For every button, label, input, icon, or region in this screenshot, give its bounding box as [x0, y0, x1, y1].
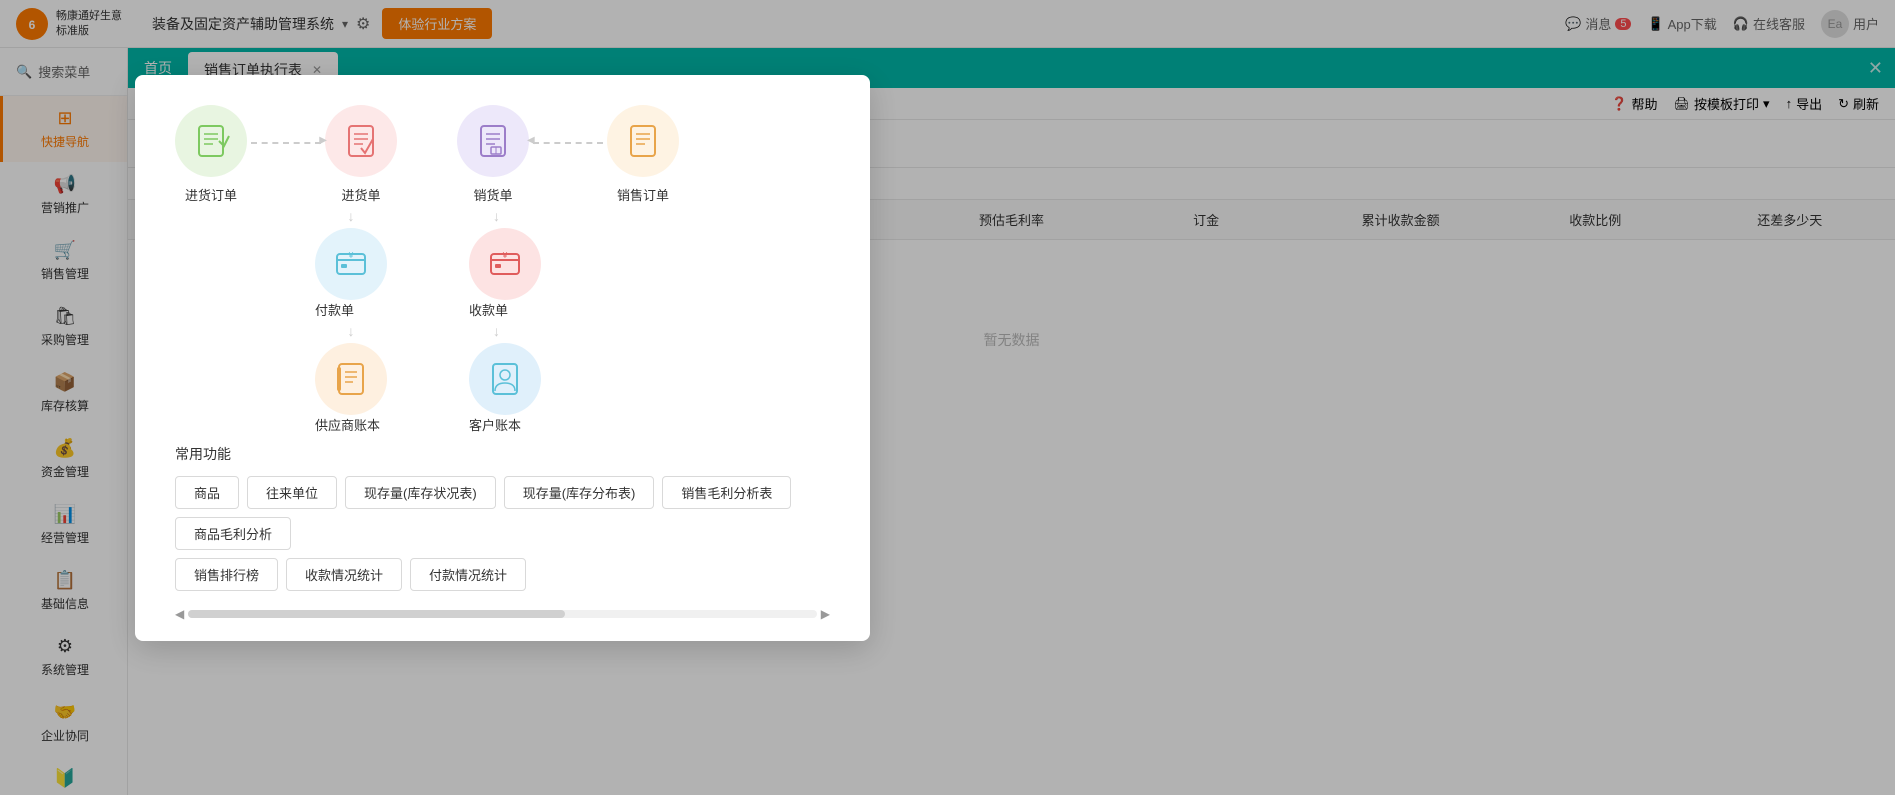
- purchase-order-circle: [175, 105, 247, 177]
- flow-node-sales-order[interactable]: 销售订单: [607, 105, 679, 204]
- svg-text:¥: ¥: [502, 251, 508, 260]
- func-btn-counterparty[interactable]: 往来单位: [247, 476, 337, 509]
- func-btn-receipt-stats[interactable]: 收款情况统计: [286, 558, 402, 591]
- scrollbar-thumb[interactable]: [188, 610, 565, 618]
- receipt-circle: ¥: [469, 228, 541, 300]
- arrow-down-payment-to-supplier: ↓: [348, 319, 355, 343]
- func-btn-stock-dist[interactable]: 现存量(库存分布表): [504, 476, 655, 509]
- flow-node-purchase-bill[interactable]: 进货单: [325, 105, 397, 204]
- flow-diagram: 进货订单 ▶: [175, 105, 830, 434]
- common-functions: 常用功能 商品 往来单位 现存量(库存状况表) 现存量(库存分布表) 销售毛利分…: [175, 444, 830, 591]
- func-buttons-row1: 商品 往来单位 现存量(库存状况表) 现存量(库存分布表) 销售毛利分析表 商品…: [175, 476, 830, 550]
- quick-nav-popup: 进货订单 ▶: [135, 75, 870, 641]
- func-btn-sales-ranking[interactable]: 销售排行榜: [175, 558, 278, 591]
- arrow-down-sales-to-receipt: ↓: [493, 204, 500, 228]
- scroll-left-button[interactable]: ◀: [175, 607, 184, 621]
- func-buttons-row2: 销售排行榜 收款情况统计 付款情况统计: [175, 558, 830, 591]
- arrow-down-purchase-to-payment: ↓: [348, 204, 355, 228]
- right-flow-col: 销货单 ◀ 销售订单: [457, 105, 679, 434]
- flow-node-customer-ledger[interactable]: 客户账本: [469, 343, 541, 434]
- func-btn-stock-status[interactable]: 现存量(库存状况表): [345, 476, 496, 509]
- flow-node-receipt[interactable]: ¥ 收款单: [469, 228, 541, 319]
- sales-row: 销货单 ◀ 销售订单: [457, 105, 679, 204]
- scroll-right-button[interactable]: ▶: [821, 607, 830, 621]
- arrow-down-receipt-to-customer: ↓: [493, 319, 500, 343]
- func-btn-payment-stats[interactable]: 付款情况统计: [410, 558, 526, 591]
- flow-node-supplier-ledger[interactable]: 供应商账本: [315, 343, 387, 434]
- left-flow-col: 进货订单 ▶: [175, 105, 397, 434]
- sales-bill-circle: [457, 105, 529, 177]
- func-btn-product-profit[interactable]: 商品毛利分析: [175, 517, 291, 550]
- flow-node-sales-bill[interactable]: 销货单: [457, 105, 529, 204]
- arrow-purchase: ▶: [247, 142, 325, 168]
- customer-ledger-circle: [469, 343, 541, 415]
- flow-node-payment[interactable]: ¥ 付款单: [315, 228, 387, 319]
- popup-scrollbar: ◀ ▶: [175, 607, 830, 621]
- svg-text:¥: ¥: [348, 251, 354, 260]
- purchase-row: 进货订单 ▶: [175, 105, 397, 204]
- arrow-sales: ◀: [529, 142, 607, 168]
- scrollbar-track: [188, 610, 817, 618]
- flow-node-purchase-order[interactable]: 进货订单: [175, 105, 247, 204]
- common-func-title: 常用功能: [175, 444, 830, 464]
- func-btn-product[interactable]: 商品: [175, 476, 239, 509]
- sales-order-circle: [607, 105, 679, 177]
- purchase-bill-circle: [325, 105, 397, 177]
- func-btn-sales-profit-analysis[interactable]: 销售毛利分析表: [662, 476, 791, 509]
- supplier-ledger-circle: [315, 343, 387, 415]
- payment-circle: ¥: [315, 228, 387, 300]
